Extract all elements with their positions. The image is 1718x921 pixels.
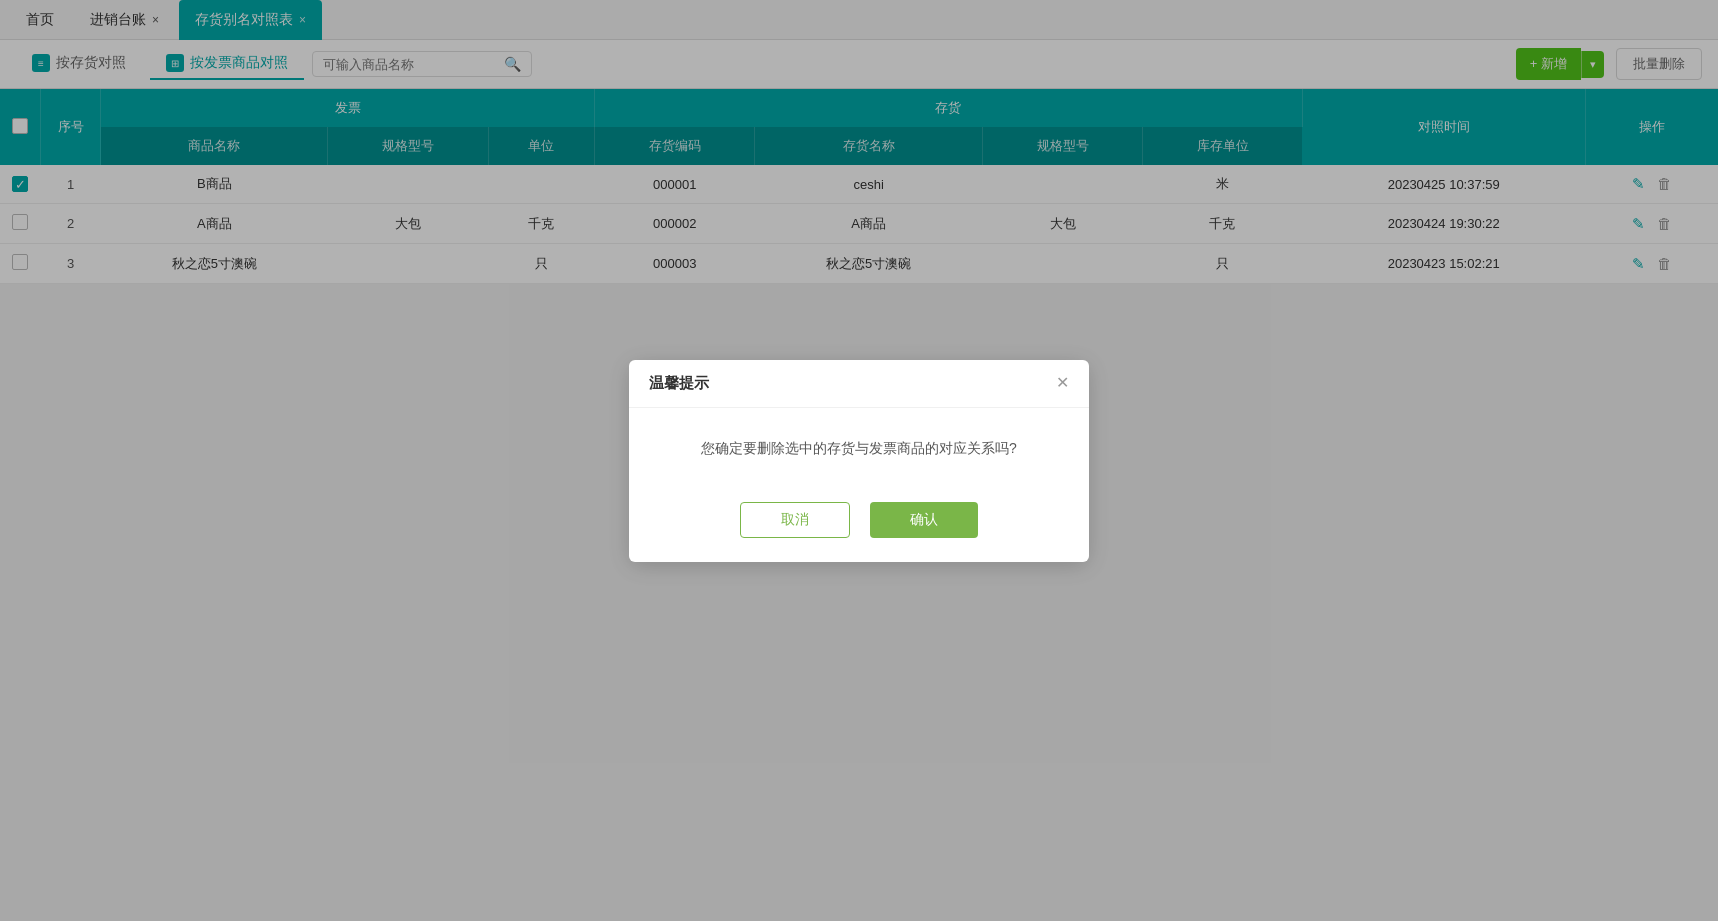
dialog-overlay: 温馨提示 ✕ 您确定要删除选中的存货与发票商品的对应关系吗? 取消 确认 xyxy=(0,0,1718,284)
